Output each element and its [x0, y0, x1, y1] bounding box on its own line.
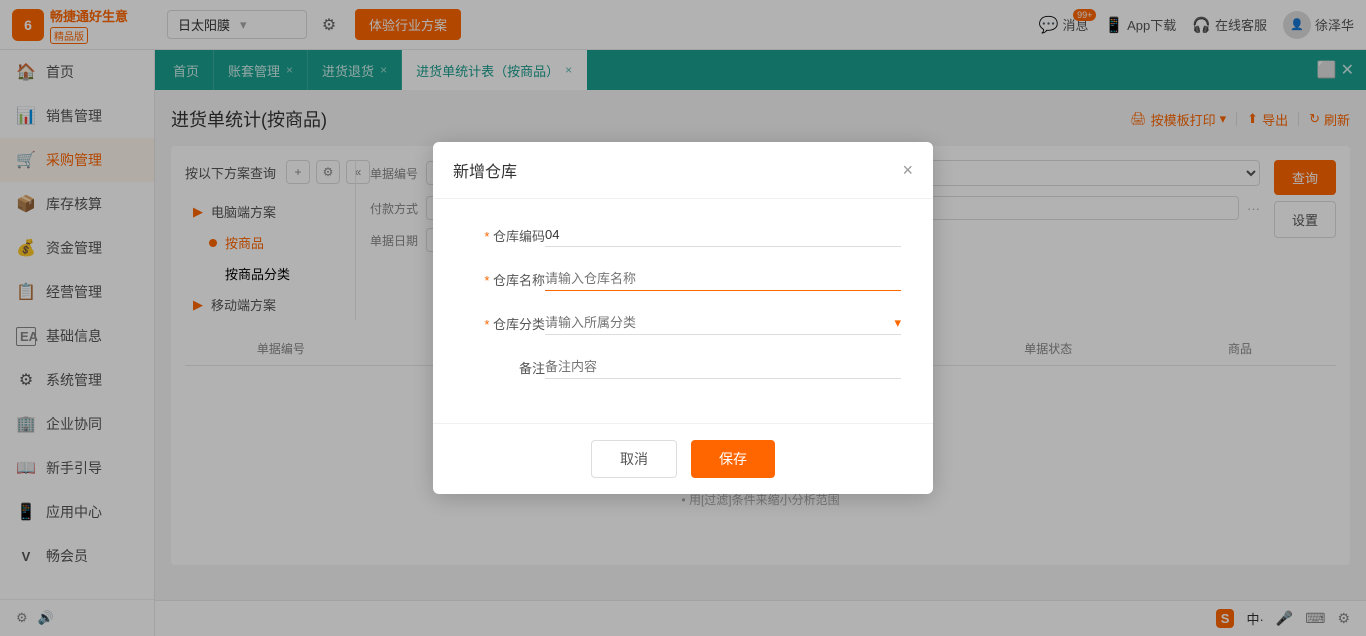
warehouse-code-input[interactable] — [545, 223, 901, 247]
name-label: 仓库名称 — [465, 270, 545, 289]
cancel-button[interactable]: 取消 — [591, 440, 677, 478]
add-warehouse-modal: 新增仓库 × 仓库编码 仓库名称 仓库分类 ▾ 备注 — [433, 142, 933, 494]
modal-header: 新增仓库 × — [433, 142, 933, 199]
form-row-name: 仓库名称 — [465, 267, 901, 291]
modal-overlay: 新增仓库 × 仓库编码 仓库名称 仓库分类 ▾ 备注 — [0, 0, 1366, 636]
form-row-category: 仓库分类 ▾ — [465, 311, 901, 335]
modal-body: 仓库编码 仓库名称 仓库分类 ▾ 备注 — [433, 199, 933, 423]
modal-footer: 取消 保存 — [433, 423, 933, 494]
note-label: 备注 — [465, 358, 545, 377]
warehouse-name-input[interactable] — [545, 267, 901, 291]
form-row-code: 仓库编码 — [465, 223, 901, 247]
code-label: 仓库编码 — [465, 226, 545, 245]
note-input[interactable] — [545, 355, 901, 379]
category-input[interactable] — [545, 311, 894, 334]
category-select-wrap: ▾ — [545, 311, 901, 335]
modal-title: 新增仓库 — [453, 158, 517, 182]
category-dropdown-icon[interactable]: ▾ — [894, 315, 901, 331]
form-row-note: 备注 — [465, 355, 901, 379]
category-label: 仓库分类 — [465, 314, 545, 333]
modal-close-icon[interactable]: × — [902, 160, 913, 181]
save-button[interactable]: 保存 — [691, 440, 775, 478]
